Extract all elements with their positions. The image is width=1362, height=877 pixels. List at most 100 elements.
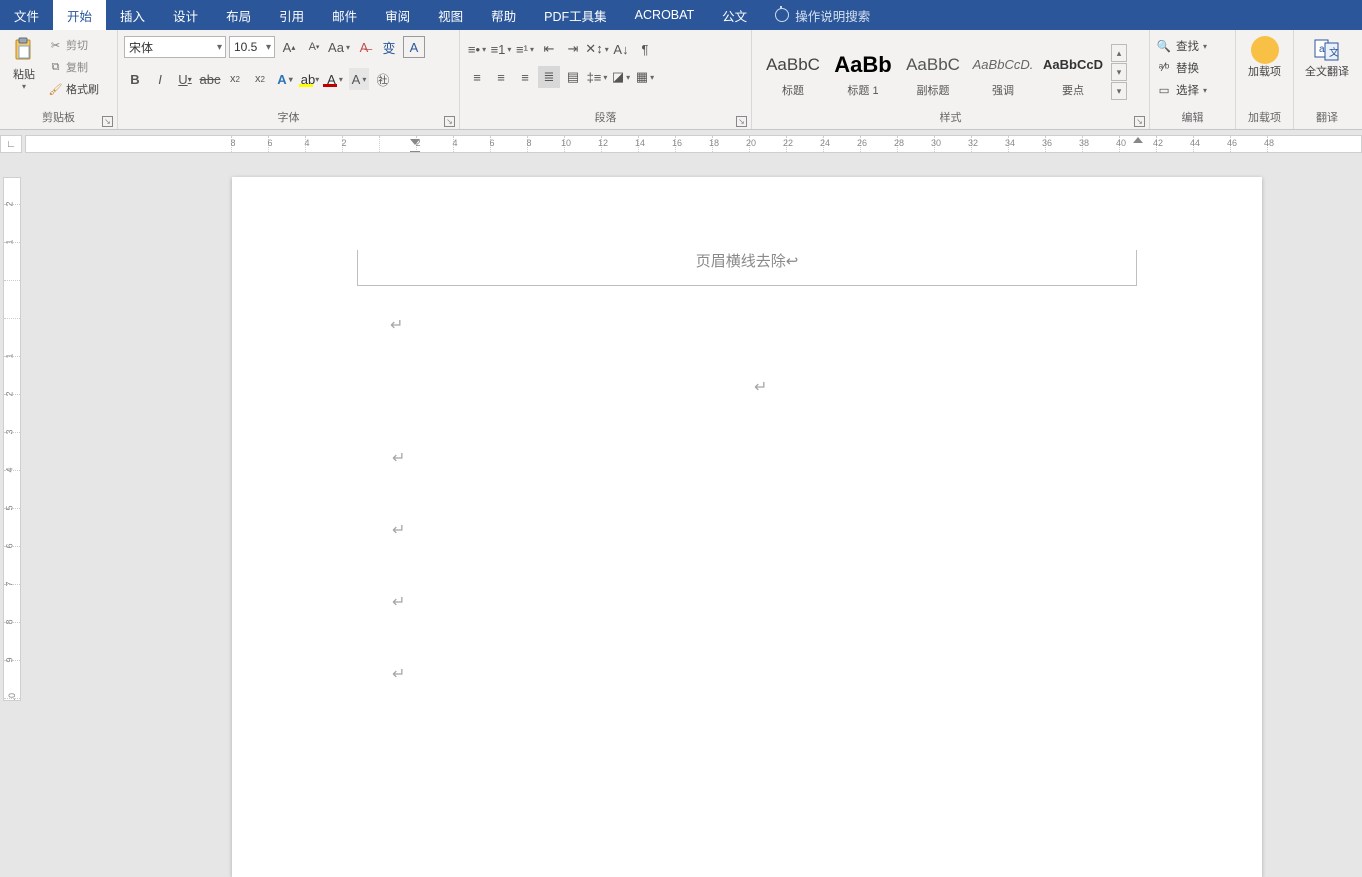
dec-indent-button[interactable]: ⇤ [538, 38, 560, 60]
group-label-paragraph: 段落 [460, 111, 751, 129]
ruler-vertical[interactable]: 43211234567891011121314 [3, 177, 21, 701]
shrink-font-button[interactable]: A▾ [303, 36, 325, 58]
bullets-button[interactable]: ≡• [466, 38, 488, 60]
menu-tab-12[interactable]: 公文 [708, 0, 761, 30]
ruler-v-tick: 1 [4, 242, 20, 280]
superscript-button[interactable]: x2 [249, 68, 271, 90]
menu-tab-0[interactable]: 文件 [0, 0, 53, 30]
addins-icon [1251, 36, 1279, 64]
numbering-icon: ≡1 [491, 42, 506, 57]
format-painter-button[interactable]: 🖌格式刷 [46, 78, 101, 100]
ribbon: 粘贴 ▾ ✂剪切 ⧉复制 🖌格式刷 剪贴板 ↘ 宋体 10.5 A▴ A▾ Aa… [0, 30, 1362, 130]
font-name-combo[interactable]: 宋体 [124, 36, 226, 58]
menu-tab-2[interactable]: 插入 [106, 0, 159, 30]
translate-button[interactable]: a文 全文翻译 [1301, 34, 1353, 80]
bold-button[interactable]: B [124, 68, 146, 90]
font-color-button[interactable]: A [324, 68, 346, 90]
borders-button[interactable]: ▦ [634, 66, 656, 88]
subscript-button[interactable]: x2 [224, 68, 246, 90]
ruler-v-tick: 3 [4, 177, 20, 204]
select-button[interactable]: ▭选择 [1156, 80, 1207, 100]
style-副标题[interactable]: AaBbC副标题 [898, 44, 968, 102]
multilevel-button[interactable]: ≡¹ [514, 38, 536, 60]
ruler-v-tick: 5 [4, 508, 20, 546]
numbering-button[interactable]: ≡1 [490, 38, 512, 60]
header-boundary [357, 250, 1137, 286]
char-border-button[interactable]: A [403, 36, 425, 58]
align-left-button[interactable]: ≡ [466, 66, 488, 88]
menu-tab-11[interactable]: ACROBAT [621, 0, 709, 30]
addins-button[interactable]: 加载项 [1244, 34, 1285, 80]
addins-label: 加载项 [1248, 66, 1281, 78]
ruler-corner[interactable]: ∟ [0, 135, 22, 153]
grow-font-button[interactable]: A▴ [278, 36, 300, 58]
underline-button[interactable]: U▾ [174, 68, 196, 90]
style-强调[interactable]: AaBbCcD.强调 [968, 44, 1038, 102]
ruler-v-tick [4, 318, 20, 356]
change-case-button[interactable]: Aa [328, 36, 350, 58]
paste-icon [10, 36, 38, 64]
font-name-value: 宋体 [129, 39, 153, 56]
phonetic-guide-button[interactable]: 变 [378, 36, 400, 58]
font-launcher[interactable]: ↘ [444, 116, 455, 127]
line-spacing-button[interactable]: ‡≡ [586, 66, 608, 88]
shading-button[interactable]: ◪ [610, 66, 632, 88]
inc-indent-button[interactable]: ⇥ [562, 38, 584, 60]
cut-button[interactable]: ✂剪切 [46, 34, 101, 56]
copy-icon: ⧉ [48, 60, 63, 74]
paste-button[interactable]: 粘贴 ▾ [6, 34, 42, 93]
style-spin-0[interactable]: ▴ [1111, 44, 1127, 62]
menu-tab-8[interactable]: 视图 [424, 0, 477, 30]
style-spin-1[interactable]: ▾ [1111, 63, 1127, 81]
find-button[interactable]: 🔍查找 [1156, 36, 1207, 56]
distribute-button[interactable]: ▤ [562, 66, 584, 88]
show-marks-button[interactable]: ¶ [634, 38, 656, 60]
paragraph-launcher[interactable]: ↘ [736, 116, 747, 127]
clear-format-button[interactable]: A̶ [353, 36, 375, 58]
menu-tab-9[interactable]: 帮助 [477, 0, 530, 30]
font-size-combo[interactable]: 10.5 [229, 36, 275, 58]
style-preview: AaBbCcD. [973, 48, 1034, 82]
ruler-v-tick: 8 [4, 622, 20, 660]
paragraph-mark: ↵ [392, 448, 405, 468]
replace-button[interactable]: ᵃ⁄ᵇ替换 [1156, 58, 1207, 78]
tell-me-search[interactable]: 操作说明搜索 [767, 0, 878, 30]
style-标题[interactable]: AaBbC标题 [758, 44, 828, 102]
text-direction-button[interactable]: ✕↕ [586, 38, 608, 60]
menu-tab-3[interactable]: 设计 [159, 0, 212, 30]
text-effects-button[interactable]: A [274, 68, 296, 90]
style-spin-2[interactable]: ▾ [1111, 82, 1127, 100]
right-margin-marker[interactable] [1133, 137, 1143, 143]
group-label-translate: 翻译 [1294, 111, 1360, 129]
menu-tab-5[interactable]: 引用 [265, 0, 318, 30]
menu-tab-7[interactable]: 审阅 [371, 0, 424, 30]
enclose-char-button[interactable]: ㊓ [372, 68, 394, 90]
menu-tab-6[interactable]: 邮件 [318, 0, 371, 30]
document-page[interactable]: 页眉横线去除↩ ↵ ↵ ↵ ↵ ↵ ↵ [232, 177, 1262, 877]
sort-button[interactable]: A↓ [610, 38, 632, 60]
justify-button[interactable]: ≣ [538, 66, 560, 88]
group-editing: 🔍查找 ᵃ⁄ᵇ替换 ▭选择 编辑 [1150, 30, 1236, 129]
cursor-icon: ▭ [1156, 83, 1172, 97]
clipboard-launcher[interactable]: ↘ [102, 116, 113, 127]
ruler-horizontal[interactable]: 8642246810121416182022242628303234363840… [25, 135, 1362, 153]
bucket-icon: ◪ [612, 69, 624, 85]
ruler-v-tick [4, 280, 20, 318]
menu-tab-1[interactable]: 开始 [53, 0, 106, 30]
align-right-button[interactable]: ≡ [514, 66, 536, 88]
group-label-font: 字体 [118, 111, 459, 129]
menu-tab-4[interactable]: 布局 [212, 0, 265, 30]
style-要点[interactable]: AaBbCcD要点 [1038, 44, 1108, 102]
char-shading-button[interactable]: A [349, 68, 369, 90]
ruler-v-tick: 1 [4, 356, 20, 394]
styles-launcher[interactable]: ↘ [1134, 116, 1145, 127]
menu-tab-10[interactable]: PDF工具集 [530, 0, 621, 30]
group-styles: AaBbC标题AaBb标题 1AaBbC副标题AaBbCcD.强调AaBbCcD… [752, 30, 1150, 129]
align-center-button[interactable]: ≡ [490, 66, 512, 88]
italic-button[interactable]: I [149, 68, 171, 90]
strike-button[interactable]: abc [199, 68, 221, 90]
highlight-button[interactable]: ab [299, 68, 321, 90]
copy-button[interactable]: ⧉复制 [46, 56, 101, 78]
style-标题 1[interactable]: AaBb标题 1 [828, 44, 898, 102]
indent-marker[interactable] [410, 137, 420, 153]
